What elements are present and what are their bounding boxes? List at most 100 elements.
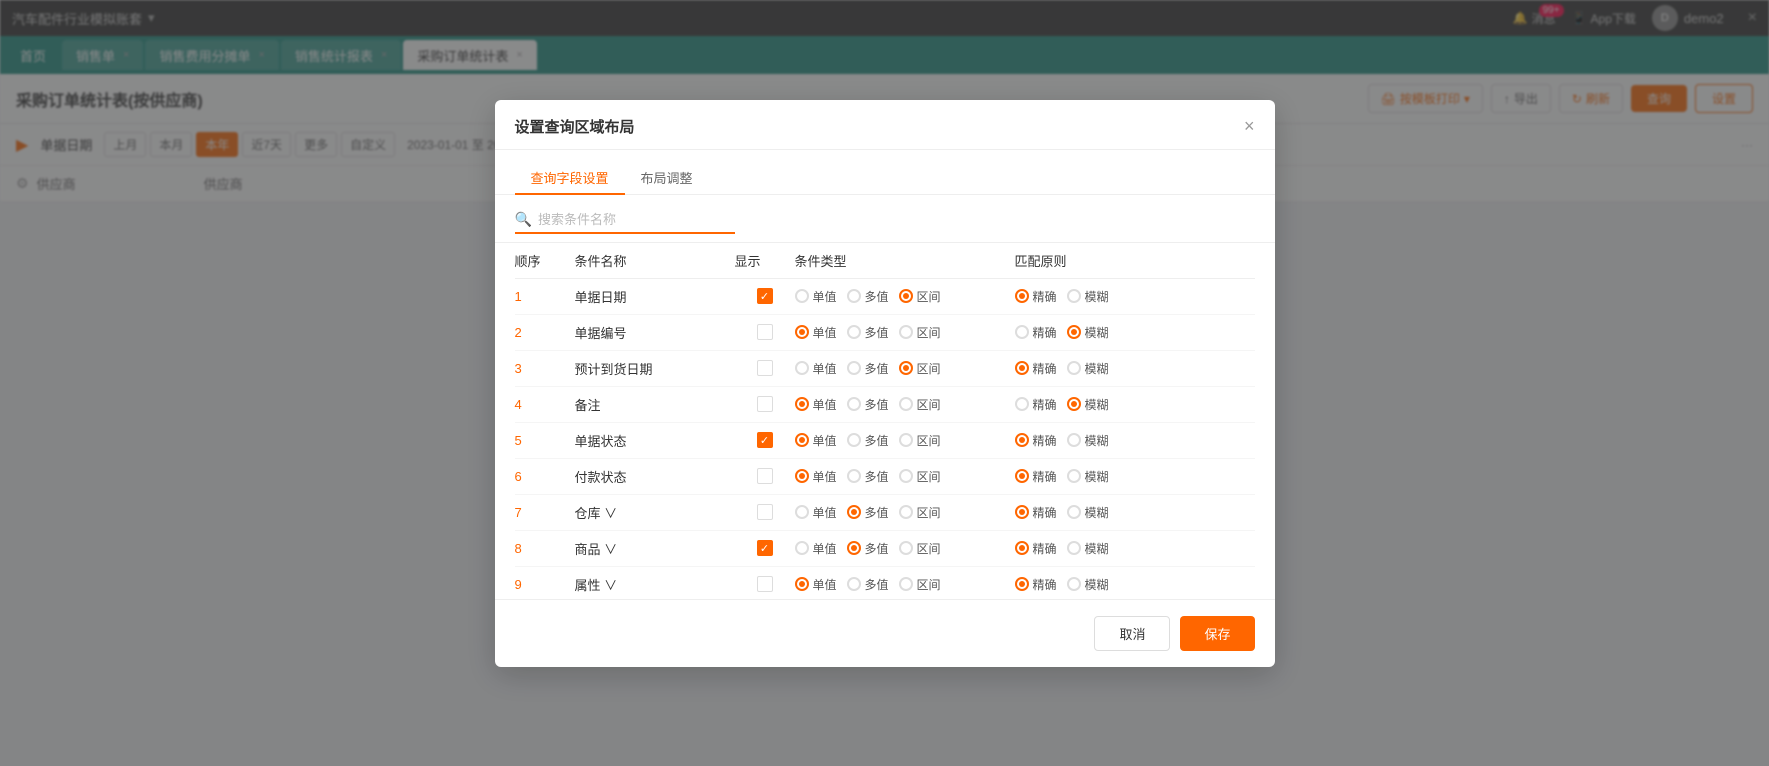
match-radio-item[interactable]: 模糊: [1067, 540, 1109, 557]
tab-query-fields[interactable]: 查询字段设置: [515, 162, 625, 195]
match-radio-item[interactable]: 模糊: [1067, 324, 1109, 341]
type-radio-item[interactable]: 区间: [899, 360, 941, 377]
type-radio-item[interactable]: 单值: [795, 432, 837, 449]
match-radio-item[interactable]: 模糊: [1067, 468, 1109, 485]
type-radio-item[interactable]: 多值: [847, 540, 889, 557]
match-radio-item[interactable]: 精确: [1015, 288, 1057, 305]
type-radio-item[interactable]: 多值: [847, 576, 889, 593]
display-checkbox[interactable]: [757, 396, 773, 412]
cell-display[interactable]: [735, 396, 795, 412]
table-row: 8商品 ∨单值多值区间精确模糊: [515, 531, 1255, 567]
type-radio-item[interactable]: 单值: [795, 396, 837, 413]
type-radio-item[interactable]: 多值: [847, 432, 889, 449]
radio-dot: [795, 469, 809, 483]
type-radio-item[interactable]: 多值: [847, 504, 889, 521]
match-radio-item[interactable]: 精确: [1015, 504, 1057, 521]
cell-display[interactable]: [735, 288, 795, 304]
match-radio-item[interactable]: 模糊: [1067, 396, 1109, 413]
radio-label: 精确: [1033, 432, 1057, 449]
type-radio-item[interactable]: 区间: [899, 324, 941, 341]
radio-dot: [899, 541, 913, 555]
match-radio-item[interactable]: 精确: [1015, 396, 1057, 413]
match-radio-item[interactable]: 精确: [1015, 432, 1057, 449]
cell-display[interactable]: [735, 504, 795, 520]
type-radio-item[interactable]: 区间: [899, 540, 941, 557]
cell-display[interactable]: [735, 360, 795, 376]
cell-order: 5: [515, 433, 575, 448]
match-radio-item[interactable]: 模糊: [1067, 576, 1109, 593]
match-radio-item[interactable]: 精确: [1015, 324, 1057, 341]
cell-name: 备注: [575, 395, 735, 414]
display-checkbox[interactable]: [757, 576, 773, 592]
match-radio-item[interactable]: 模糊: [1067, 432, 1109, 449]
radio-dot: [847, 469, 861, 483]
match-radio-item[interactable]: 精确: [1015, 540, 1057, 557]
type-radio-item[interactable]: 区间: [899, 576, 941, 593]
radio-dot: [1015, 325, 1029, 339]
display-checkbox[interactable]: [757, 504, 773, 520]
type-radio-item[interactable]: 区间: [899, 288, 941, 305]
match-radio-item[interactable]: 精确: [1015, 468, 1057, 485]
dialog-footer: 取消 保存: [495, 599, 1275, 667]
radio-label: 单值: [813, 432, 837, 449]
radio-dot: [1067, 433, 1081, 447]
cancel-button[interactable]: 取消: [1094, 616, 1170, 651]
save-button[interactable]: 保存: [1180, 616, 1254, 651]
cell-display[interactable]: [735, 468, 795, 484]
search-input[interactable]: [538, 212, 718, 227]
type-radio-item[interactable]: 单值: [795, 468, 837, 485]
match-radio-item[interactable]: 精确: [1015, 576, 1057, 593]
radio-dot: [847, 577, 861, 591]
radio-dot: [795, 577, 809, 591]
display-checkbox[interactable]: [757, 468, 773, 484]
display-checkbox[interactable]: [757, 360, 773, 376]
cell-type: 单值多值区间: [795, 576, 1015, 593]
display-checkbox[interactable]: [757, 540, 773, 556]
type-radio-item[interactable]: 单值: [795, 504, 837, 521]
table-row: 9属性 ∨单值多值区间精确模糊: [515, 567, 1255, 599]
type-radio-item[interactable]: 单值: [795, 360, 837, 377]
cell-display[interactable]: [735, 432, 795, 448]
radio-label: 模糊: [1085, 576, 1109, 593]
radio-label: 模糊: [1085, 540, 1109, 557]
type-radio-item[interactable]: 区间: [899, 504, 941, 521]
type-radio-item[interactable]: 区间: [899, 432, 941, 449]
table-row: 7仓库 ∨单值多值区间精确模糊: [515, 495, 1255, 531]
type-radio-item[interactable]: 多值: [847, 360, 889, 377]
tab-layout[interactable]: 布局调整: [625, 162, 709, 195]
match-radio-item[interactable]: 模糊: [1067, 288, 1109, 305]
type-radio-item[interactable]: 多值: [847, 288, 889, 305]
type-radio-item[interactable]: 单值: [795, 324, 837, 341]
radio-label: 模糊: [1085, 504, 1109, 521]
cell-display[interactable]: [735, 576, 795, 592]
cell-name: 单据编号: [575, 323, 735, 342]
cell-display[interactable]: [735, 540, 795, 556]
match-radio-item[interactable]: 模糊: [1067, 504, 1109, 521]
cell-display[interactable]: [735, 324, 795, 340]
cell-name: 仓库 ∨: [575, 503, 735, 522]
type-radio-item[interactable]: 区间: [899, 396, 941, 413]
type-radio-item[interactable]: 多值: [847, 396, 889, 413]
radio-label: 多值: [865, 468, 889, 485]
radio-dot: [899, 325, 913, 339]
match-radio-item[interactable]: 精确: [1015, 360, 1057, 377]
type-radio-item[interactable]: 单值: [795, 540, 837, 557]
match-radio-item[interactable]: 模糊: [1067, 360, 1109, 377]
conditions-table-header: 顺序 条件名称 显示 条件类型 匹配原则: [515, 243, 1255, 279]
radio-dot: [1015, 469, 1029, 483]
type-radio-item[interactable]: 区间: [899, 468, 941, 485]
display-checkbox[interactable]: [757, 288, 773, 304]
radio-label: 单值: [813, 360, 837, 377]
type-radio-item[interactable]: 多值: [847, 468, 889, 485]
search-row: 🔍: [495, 195, 1275, 243]
type-radio-item[interactable]: 多值: [847, 324, 889, 341]
display-checkbox[interactable]: [757, 324, 773, 340]
display-checkbox[interactable]: [757, 432, 773, 448]
type-radio-item[interactable]: 单值: [795, 576, 837, 593]
col-header-type: 条件类型: [795, 251, 1015, 270]
cell-order: 2: [515, 325, 575, 340]
type-radio-item[interactable]: 单值: [795, 288, 837, 305]
radio-dot: [1067, 397, 1081, 411]
col-header-match: 匹配原则: [1015, 251, 1235, 270]
dialog-close-button[interactable]: ×: [1244, 117, 1255, 135]
